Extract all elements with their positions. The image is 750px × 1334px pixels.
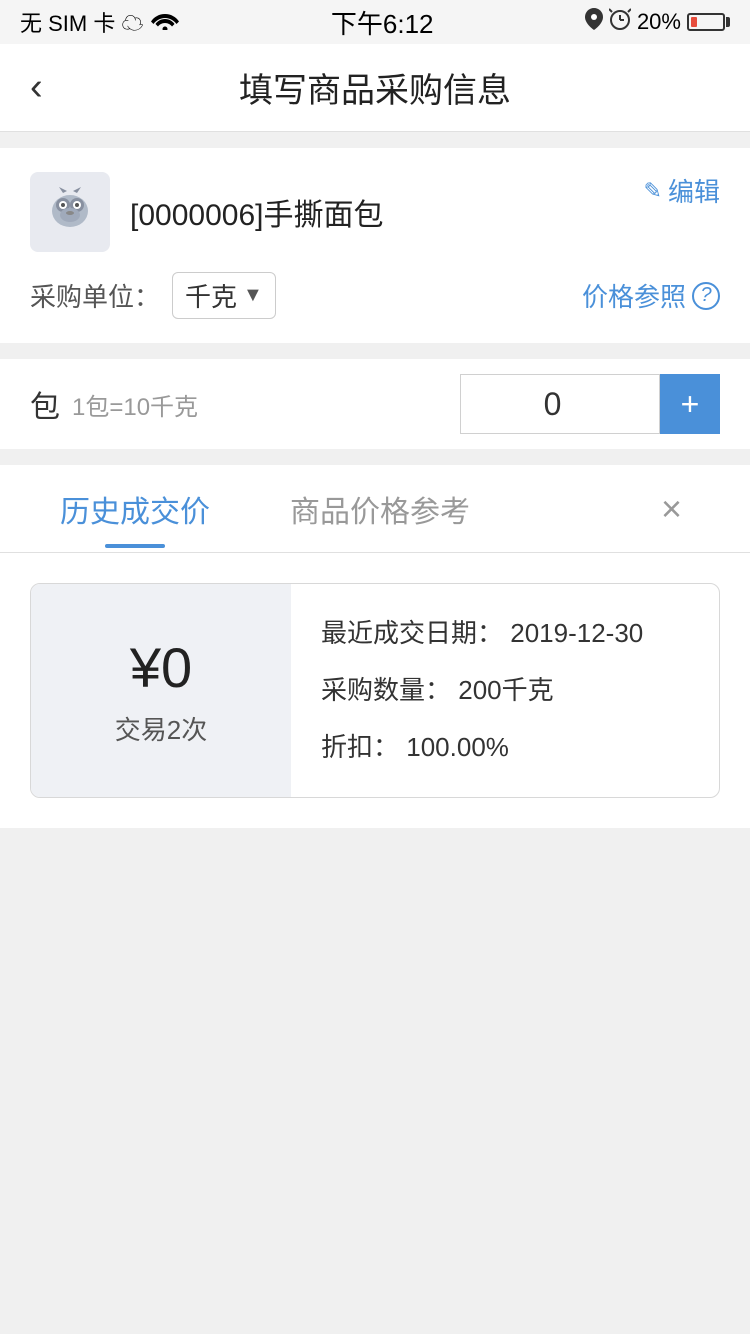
product-card: [0000006]手撕面包 ✎ 编辑 采购单位： 千克 ▼ 价格参照 ? (0, 148, 750, 343)
quantity-section: 包 1包=10千克 + (0, 359, 750, 449)
product-thumbnail (30, 172, 110, 252)
tab-items: 历史成交价 商品价格参考 (60, 471, 653, 547)
product-info-row: [0000006]手撕面包 (30, 172, 383, 252)
unit-label: 采购单位： (30, 277, 160, 314)
page-title: 填写商品采购信息 (239, 63, 511, 112)
battery-percent: 20% (637, 9, 681, 35)
tab-product-price-ref[interactable]: 商品价格参考 (290, 471, 470, 547)
edit-icon: ✎ (644, 178, 662, 204)
unit-bao-sublabel: 1包=10千克 (72, 387, 198, 422)
history-content: ¥0 交易2次 最近成交日期： 2019-12-30 采购数量： 200千克 折… (0, 553, 750, 828)
unit-value: 千克 (185, 277, 237, 314)
price-recent-date-value: 2019-12-30 (510, 618, 643, 648)
price-purchase-qty-value: 200千克 (458, 675, 553, 705)
product-name: [0000006]手撕面包 (130, 190, 383, 234)
dropdown-arrow-icon: ▼ (243, 284, 263, 307)
price-ref-button[interactable]: 价格参照 ? (582, 277, 720, 314)
status-right: 20% (585, 8, 730, 36)
alarm-icon (609, 8, 631, 36)
price-purchase-qty-row: 采购数量： 200千克 (321, 671, 689, 710)
unit-bao-label: 包 (30, 382, 60, 426)
price-trade-count: 交易2次 (115, 710, 207, 747)
price-card-left: ¥0 交易2次 (31, 584, 291, 797)
tab-panel: 历史成交价 商品价格参考 × ¥0 交易2次 最近成交日期： 2019-12-3… (0, 465, 750, 828)
status-bar: 无 SIM 卡 ☁ 下午6:12 20% (0, 0, 750, 44)
price-discount-value: 100.00% (406, 732, 509, 762)
quantity-label-area: 包 1包=10千克 (30, 382, 198, 426)
price-ref-label: 价格参照 (582, 277, 686, 314)
nav-bar: ‹ 填写商品采购信息 (0, 44, 750, 132)
battery-icon (687, 13, 730, 31)
wifi-icon (151, 8, 179, 36)
quantity-input[interactable] (460, 374, 660, 434)
no-sim-text: 无 SIM 卡 ☁ (20, 6, 143, 38)
tab-product-price-ref-label: 商品价格参考 (290, 487, 470, 531)
quantity-input-area: + (460, 374, 720, 434)
edit-label: 编辑 (668, 172, 720, 209)
product-header: [0000006]手撕面包 ✎ 编辑 (30, 172, 720, 252)
status-time: 下午6:12 (331, 4, 434, 41)
tab-active-underline (105, 544, 165, 548)
edit-button[interactable]: ✎ 编辑 (644, 172, 720, 209)
price-card: ¥0 交易2次 最近成交日期： 2019-12-30 采购数量： 200千克 折… (30, 583, 720, 798)
purchase-unit-row: 采购单位： 千克 ▼ 价格参照 ? (30, 272, 720, 319)
owl-logo-icon (45, 183, 95, 242)
price-discount-label: 折扣： (321, 732, 399, 762)
tab-close-button[interactable]: × (653, 483, 690, 535)
unit-selector[interactable]: 千克 ▼ (172, 272, 276, 319)
price-card-right: 最近成交日期： 2019-12-30 采购数量： 200千克 折扣： 100.0… (291, 584, 719, 797)
price-recent-date-label: 最近成交日期： (321, 618, 503, 648)
price-discount-row: 折扣： 100.00% (321, 728, 689, 767)
price-ref-info-icon: ? (692, 282, 720, 310)
back-button[interactable]: ‹ (30, 66, 43, 109)
tab-bar: 历史成交价 商品价格参考 × (0, 465, 750, 553)
price-recent-date-row: 最近成交日期： 2019-12-30 (321, 614, 689, 653)
status-left: 无 SIM 卡 ☁ (20, 6, 179, 38)
price-amount: ¥0 (130, 635, 192, 700)
location-icon (585, 8, 603, 36)
tab-history-price[interactable]: 历史成交价 (60, 471, 210, 547)
price-purchase-qty-label: 采购数量： (321, 675, 451, 705)
tab-history-price-label: 历史成交价 (60, 487, 210, 531)
quantity-plus-button[interactable]: + (660, 374, 720, 434)
